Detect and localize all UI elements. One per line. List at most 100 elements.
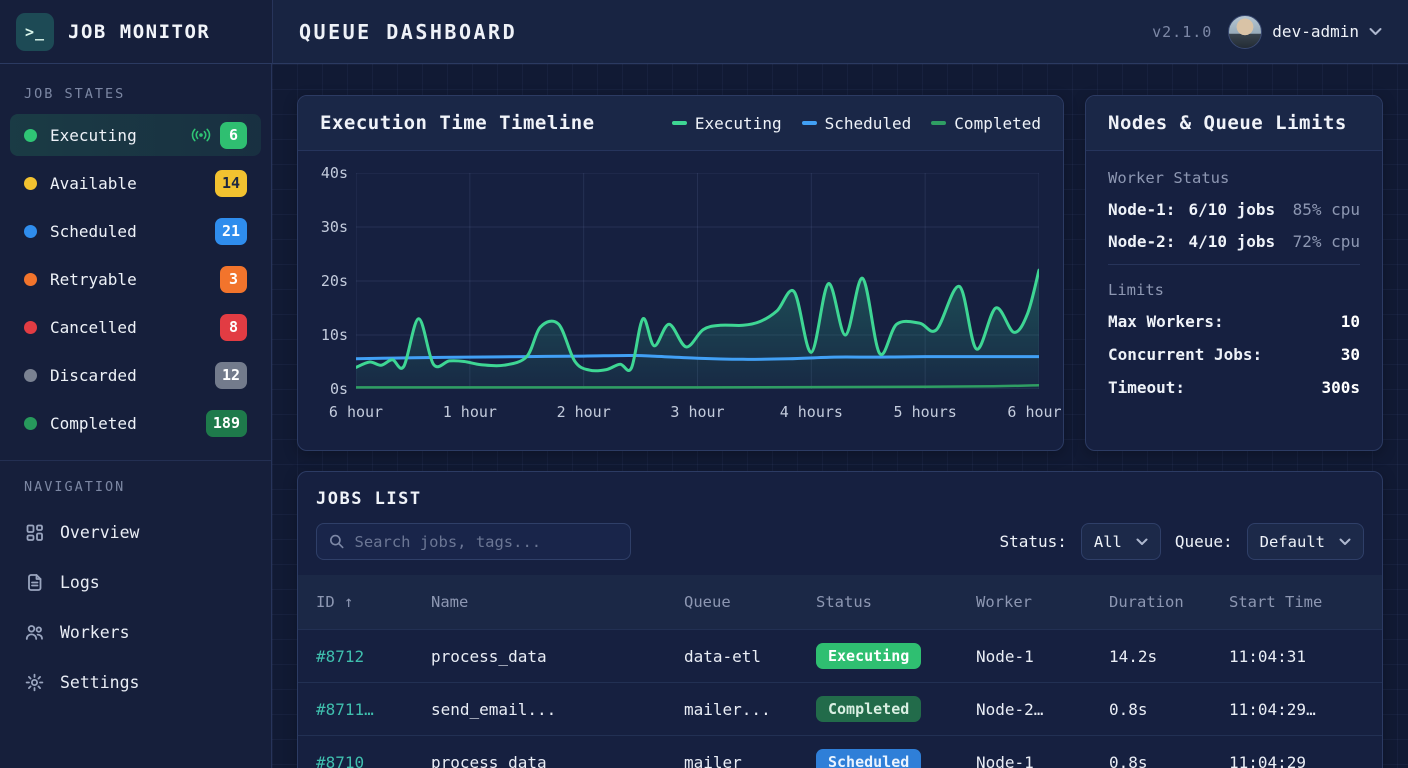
status-badge: Completed <box>816 696 922 722</box>
document-icon <box>28 573 42 591</box>
sidebar-item-settings[interactable]: Settings <box>0 657 271 707</box>
worker-jobs: 6/10 jobs <box>1188 200 1276 219</box>
page-title: QUEUE DASHBOARD <box>299 19 518 44</box>
x-tick-label: 3 hour <box>670 403 725 421</box>
job-queue: mailer <box>684 752 742 768</box>
avatar <box>1228 14 1263 49</box>
legend-swatch <box>671 121 687 125</box>
x-tick-label: 5 hours <box>893 403 957 421</box>
sidebar: JOB STATES Executing 6 Available 14 Sche… <box>0 64 272 768</box>
legend-item-scheduled[interactable]: Scheduled <box>801 113 912 133</box>
legend-item-executing[interactable]: Executing <box>671 113 782 133</box>
job-id-link[interactable]: #8712 <box>316 647 431 666</box>
chart-legend: Executing Scheduled Completed <box>671 113 1041 133</box>
worker-status-heading: Worker Status <box>1108 169 1230 187</box>
sidebar-item-retryable[interactable]: Retryable 3 <box>10 258 261 300</box>
sidebar-item-cancelled[interactable]: Cancelled 8 <box>10 306 261 348</box>
queue-filter-select[interactable]: Default <box>1246 523 1364 560</box>
state-label: Discarded <box>50 365 137 385</box>
count-badge: 21 <box>214 217 247 245</box>
count-badge: 12 <box>214 361 247 389</box>
count-badge: 3 <box>220 265 247 293</box>
sidebar-item-workers[interactable]: Workers <box>0 607 271 657</box>
app-window: >_ JOB MONITOR QUEUE DASHBOARD v2.1.0 de… <box>0 0 1408 768</box>
search-input[interactable] <box>354 532 618 551</box>
worker-label: Node-1: <box>1108 200 1176 219</box>
limit-label: Max Workers: <box>1108 312 1224 331</box>
column-header-status[interactable]: Status <box>816 593 976 611</box>
column-header-queue[interactable]: Queue <box>684 593 816 611</box>
main-content: Execution Time Timeline Executing Schedu… <box>272 64 1408 768</box>
status-badge: Scheduled <box>816 749 922 768</box>
legend-swatch <box>801 121 817 125</box>
state-label: Retryable <box>50 269 137 289</box>
job-name: process_data <box>431 752 547 768</box>
terminal-icon: >_ <box>16 12 54 51</box>
status-filter-label: Status: <box>999 532 1067 551</box>
job-id-link[interactable]: #8710 <box>316 753 431 768</box>
y-tick-label: 20s <box>320 272 348 290</box>
state-label: Executing <box>50 125 137 145</box>
topbar: QUEUE DASHBOARD v2.1.0 dev-admin <box>272 0 1408 64</box>
executing-dot-icon <box>24 128 37 142</box>
table-row[interactable]: #8712 process_data data-etl Executing No… <box>298 629 1382 682</box>
sidebar-item-available[interactable]: Available 14 <box>10 162 261 204</box>
column-header-id[interactable]: ID ↑ <box>316 593 431 611</box>
username: dev-admin <box>1272 22 1359 41</box>
limit-row-timeout: Timeout: 300s <box>1108 378 1360 397</box>
limit-row-concurrent-jobs: Concurrent Jobs: 30 <box>1108 345 1360 364</box>
table-row[interactable]: #8711… send_email... mailer... Completed… <box>298 682 1382 735</box>
state-label: Available <box>50 173 137 193</box>
sidebar-item-discarded[interactable]: Discarded 12 <box>10 354 261 396</box>
version-label: v2.1.0 <box>1152 22 1213 41</box>
sidebar-item-overview[interactable]: Overview <box>0 507 271 557</box>
user-menu[interactable]: dev-admin <box>1228 14 1382 49</box>
gear-icon <box>25 673 44 691</box>
status-filter-value: All <box>1093 532 1122 551</box>
state-label: Scheduled <box>50 221 137 241</box>
column-header-name[interactable]: Name <box>431 593 684 611</box>
job-queue: data-etl <box>684 646 762 666</box>
sidebar-item-scheduled[interactable]: Scheduled 21 <box>10 210 261 252</box>
sidebar-item-executing[interactable]: Executing 6 <box>10 114 261 156</box>
cancelled-dot-icon <box>24 320 37 334</box>
queue-filter-value: Default <box>1259 532 1325 551</box>
jobs-list-title: JOBS LIST <box>316 489 422 509</box>
job-name: send_email... <box>431 699 557 719</box>
users-icon <box>25 624 43 640</box>
discarded-dot-icon <box>24 368 37 382</box>
x-tick-label: 1 hour <box>442 403 497 421</box>
x-tick-label: 6 hours <box>1007 403 1063 421</box>
table-header: ID ↑ Name Queue Status Worker Duration S… <box>298 575 1382 629</box>
legend-item-completed[interactable]: Completed <box>931 114 1041 133</box>
job-queue: mailer... <box>684 699 771 719</box>
status-badge: Executing <box>816 643 922 669</box>
status-filter-select[interactable]: All <box>1080 523 1161 560</box>
table-row[interactable]: #8710 process_data mailer Scheduled Node… <box>298 735 1382 768</box>
limit-row-max-workers: Max Workers: 10 <box>1108 312 1360 331</box>
column-header-start-time[interactable]: Start Time <box>1229 593 1382 611</box>
worker-cpu: 85% cpu <box>1292 200 1360 219</box>
column-header-worker[interactable]: Worker <box>976 593 1109 611</box>
chevron-down-icon <box>1339 538 1351 545</box>
column-header-duration[interactable]: Duration <box>1109 593 1229 611</box>
legend-label: Executing <box>694 113 782 133</box>
sidebar-item-logs[interactable]: Logs <box>0 557 271 607</box>
nav-label: Settings <box>60 672 140 692</box>
y-tick-label: 30s <box>320 218 348 236</box>
sidebar-item-completed[interactable]: Completed 189 <box>10 402 261 444</box>
retryable-dot-icon <box>24 272 37 286</box>
legend-label: Scheduled <box>824 113 912 133</box>
limit-value: 300s <box>1321 378 1360 397</box>
y-tick-label: 40s <box>320 164 348 182</box>
job-start-time: 11:04:31 <box>1229 646 1307 666</box>
app-title: JOB MONITOR <box>68 20 211 43</box>
x-axis-labels: 6 hour 1 hour 2 hour 3 hour 4 hours 5 hours 6 … <box>329 399 1063 427</box>
job-id-link[interactable]: #8711… <box>316 700 431 719</box>
scheduled-dot-icon <box>24 224 37 238</box>
state-label: Completed <box>50 413 137 433</box>
worker-cpu: 72% cpu <box>1292 232 1360 251</box>
legend-label: Completed <box>954 113 1041 133</box>
job-duration: 0.8s <box>1109 752 1148 768</box>
count-badge: 8 <box>220 313 247 341</box>
